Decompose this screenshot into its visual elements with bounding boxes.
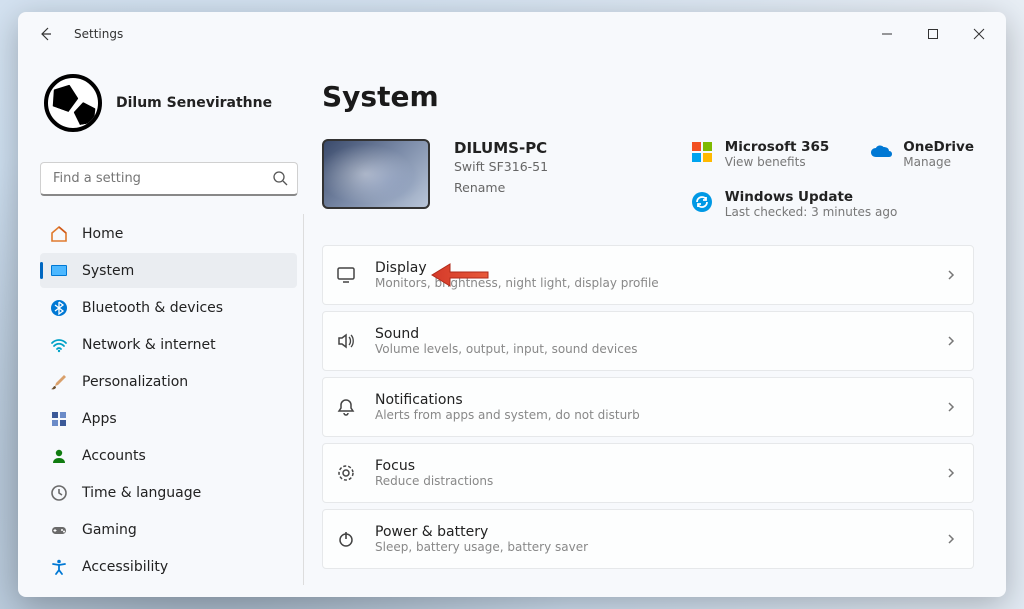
- maximize-button[interactable]: [910, 18, 956, 50]
- system-header: DILUMS-PC Swift SF316-51 Rename Microsof…: [322, 139, 984, 219]
- rename-link[interactable]: Rename: [454, 180, 548, 195]
- user-name: Dilum Senevirathne: [116, 95, 272, 111]
- link-title: OneDrive: [903, 139, 974, 155]
- nav-bluetooth[interactable]: Bluetooth & devices: [40, 290, 297, 325]
- card-title: Sound: [375, 326, 637, 342]
- back-button[interactable]: [30, 18, 62, 50]
- nav-label: Home: [82, 226, 123, 242]
- nav-apps[interactable]: Apps: [40, 401, 297, 436]
- link-sub: Manage: [903, 155, 974, 169]
- nav-home[interactable]: Home: [40, 216, 297, 251]
- nav-label: Gaming: [82, 522, 137, 538]
- settings-card-list: Display Monitors, brightness, night ligh…: [322, 245, 984, 569]
- nav-accounts[interactable]: Accounts: [40, 439, 297, 474]
- brush-icon: [50, 373, 68, 391]
- power-card[interactable]: Power & battery Sleep, battery usage, ba…: [322, 509, 974, 569]
- chevron-right-icon: [945, 332, 957, 351]
- card-subtitle: Alerts from apps and system, do not dist…: [375, 408, 640, 422]
- sound-icon: [335, 330, 357, 352]
- page-title: System: [322, 80, 984, 113]
- sidebar: Dilum Senevirathne Home System: [22, 56, 312, 593]
- main-panel: System DILUMS-PC Swift SF316-51 Rename M…: [312, 56, 1002, 593]
- home-icon: [50, 225, 68, 243]
- minimize-icon: [881, 28, 893, 40]
- power-icon: [335, 528, 357, 550]
- nav-label: Personalization: [82, 374, 188, 390]
- clock-icon: [50, 484, 68, 502]
- arrow-left-icon: [38, 26, 54, 42]
- sound-card[interactable]: Sound Volume levels, output, input, soun…: [322, 311, 974, 371]
- link-title: Windows Update: [725, 189, 898, 205]
- card-subtitle: Reduce distractions: [375, 474, 493, 488]
- chevron-right-icon: [945, 464, 957, 483]
- nav-accessibility[interactable]: Accessibility: [40, 550, 297, 585]
- nav-personalization[interactable]: Personalization: [40, 364, 297, 399]
- gamepad-icon: [50, 521, 68, 539]
- link-title: Microsoft 365: [725, 139, 830, 155]
- display-icon: [335, 264, 357, 286]
- card-title: Focus: [375, 458, 493, 474]
- nav-label: Bluetooth & devices: [82, 300, 223, 316]
- microsoft-365-link[interactable]: Microsoft 365 View benefits: [691, 139, 830, 169]
- accessibility-icon: [50, 558, 68, 576]
- person-icon: [50, 447, 68, 465]
- card-subtitle: Volume levels, output, input, sound devi…: [375, 342, 637, 356]
- titlebar: Settings: [18, 12, 1006, 56]
- wifi-icon: [50, 336, 68, 354]
- onedrive-icon: [869, 141, 891, 163]
- window-body: Dilum Senevirathne Home System: [18, 56, 1006, 597]
- nav-label: Time & language: [82, 485, 201, 501]
- device-name: DILUMS-PC: [454, 139, 548, 157]
- maximize-icon: [927, 28, 939, 40]
- windows-update-link[interactable]: Windows Update Last checked: 3 minutes a…: [691, 189, 974, 219]
- nav-time[interactable]: Time & language: [40, 476, 297, 511]
- link-sub: View benefits: [725, 155, 830, 169]
- nav-label: Accounts: [82, 448, 146, 464]
- chevron-right-icon: [945, 530, 957, 549]
- search-box: [40, 162, 298, 196]
- card-title: Notifications: [375, 392, 640, 408]
- nav-gaming[interactable]: Gaming: [40, 513, 297, 548]
- onedrive-link[interactable]: OneDrive Manage: [869, 139, 974, 169]
- chevron-right-icon: [945, 398, 957, 417]
- window-title: Settings: [74, 27, 123, 41]
- focus-icon: [335, 462, 357, 484]
- nav-system[interactable]: System: [40, 253, 297, 288]
- bluetooth-icon: [50, 299, 68, 317]
- settings-window: Settings Dilum Senevirathne Home: [18, 12, 1006, 597]
- card-subtitle: Monitors, brightness, night light, displ…: [375, 276, 659, 290]
- nav-list: Home System Bluetooth & devices Network …: [40, 214, 304, 585]
- nav-label: Accessibility: [82, 559, 168, 575]
- device-info: DILUMS-PC Swift SF316-51 Rename: [454, 139, 548, 195]
- close-icon: [973, 28, 985, 40]
- system-icon: [50, 262, 68, 280]
- nav-label: Apps: [82, 411, 117, 427]
- nav-network[interactable]: Network & internet: [40, 327, 297, 362]
- nav-label: Network & internet: [82, 337, 216, 353]
- quick-links: Microsoft 365 View benefits OneDrive Man…: [691, 139, 974, 219]
- apps-icon: [50, 410, 68, 428]
- window-controls: [864, 18, 1002, 50]
- close-button[interactable]: [956, 18, 1002, 50]
- card-title: Display: [375, 260, 659, 276]
- card-subtitle: Sleep, battery usage, battery saver: [375, 540, 588, 554]
- nav-label: System: [82, 263, 134, 279]
- avatar: [44, 74, 102, 132]
- bell-icon: [335, 396, 357, 418]
- notifications-card[interactable]: Notifications Alerts from apps and syste…: [322, 377, 974, 437]
- minimize-button[interactable]: [864, 18, 910, 50]
- windows-update-icon: [691, 191, 713, 213]
- search-input[interactable]: [40, 162, 298, 196]
- device-model: Swift SF316-51: [454, 159, 548, 174]
- chevron-right-icon: [945, 266, 957, 285]
- link-sub: Last checked: 3 minutes ago: [725, 205, 898, 219]
- search-icon: [272, 170, 288, 190]
- device-thumbnail[interactable]: [322, 139, 430, 209]
- card-title: Power & battery: [375, 524, 588, 540]
- display-card[interactable]: Display Monitors, brightness, night ligh…: [322, 245, 974, 305]
- microsoft-365-icon: [691, 141, 713, 163]
- profile-block[interactable]: Dilum Senevirathne: [40, 74, 304, 132]
- focus-card[interactable]: Focus Reduce distractions: [322, 443, 974, 503]
